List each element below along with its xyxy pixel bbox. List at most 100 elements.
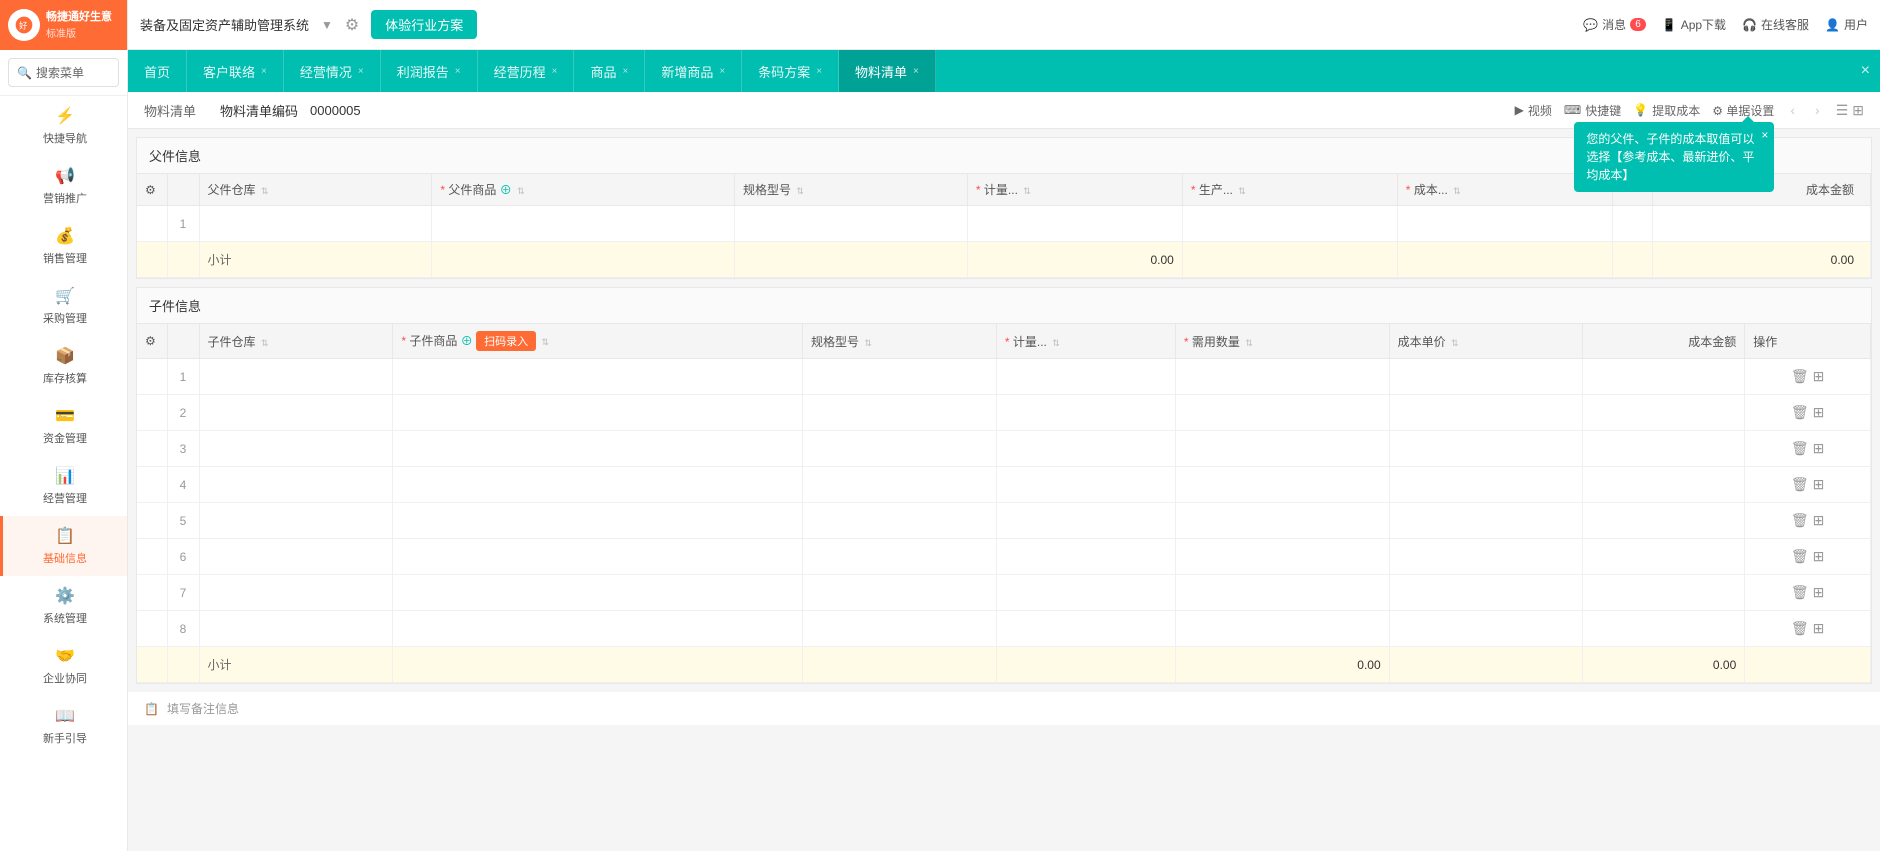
child-row-spec[interactable]	[803, 467, 997, 503]
child-row-unit[interactable]	[996, 575, 1175, 611]
next-record-button[interactable]: ›	[1811, 100, 1824, 120]
dropdown-arrow-icon[interactable]: ▼	[321, 18, 333, 32]
tab-barcode-close[interactable]: ×	[816, 66, 822, 77]
child-row-warehouse[interactable]	[199, 395, 393, 431]
child-row-unit[interactable]	[996, 395, 1175, 431]
delete-row-button[interactable]: 🗑	[1791, 368, 1809, 385]
child-row-unit-cost[interactable]	[1389, 503, 1583, 539]
parent-row-spec[interactable]	[735, 206, 968, 242]
child-row-qty[interactable]	[1175, 431, 1389, 467]
child-row-unit-cost[interactable]	[1389, 359, 1583, 395]
child-col-config[interactable]: ⚙	[137, 324, 167, 359]
child-row-warehouse[interactable]	[199, 575, 393, 611]
tab-history-close[interactable]: ×	[552, 66, 558, 77]
tab-history[interactable]: 经营历程 ×	[478, 50, 575, 92]
child-row-spec[interactable]	[803, 611, 997, 647]
notes-label[interactable]: 填写备注信息	[167, 700, 239, 717]
child-row-warehouse[interactable]	[199, 503, 393, 539]
parent-row-unit[interactable]	[967, 206, 1182, 242]
child-row-qty[interactable]	[1175, 467, 1389, 503]
parent-col-config[interactable]: ⚙	[137, 174, 167, 206]
view-video-button[interactable]: ▶ 视频	[1515, 102, 1552, 119]
sidebar-item-enterprise[interactable]: 🤝 企业协同	[0, 636, 127, 696]
tab-customer[interactable]: 客户联络 ×	[187, 50, 284, 92]
child-row-spec[interactable]	[803, 395, 997, 431]
sidebar-item-marketing[interactable]: 📢 营销推广	[0, 156, 127, 216]
add-parent-product-icon[interactable]: ⊕	[500, 183, 512, 197]
settings-icon[interactable]: ⚙	[345, 15, 359, 35]
child-row-product[interactable]	[393, 503, 803, 539]
child-row-unit[interactable]	[996, 539, 1175, 575]
app-download-button[interactable]: 📱 App下载	[1662, 16, 1726, 33]
child-row-unit-cost[interactable]	[1389, 395, 1583, 431]
tab-goods-close[interactable]: ×	[622, 66, 628, 77]
tab-customer-close[interactable]: ×	[261, 66, 267, 77]
breadcrumb-bom-list[interactable]: 物料清单	[144, 101, 196, 120]
child-row-unit[interactable]	[996, 431, 1175, 467]
child-row-unit-cost[interactable]	[1389, 611, 1583, 647]
delete-row-button[interactable]: 🗑	[1791, 512, 1809, 529]
copy-row-button[interactable]: ⊞	[1813, 440, 1825, 457]
tab-operations[interactable]: 经营情况 ×	[284, 50, 381, 92]
child-row-unit[interactable]	[996, 359, 1175, 395]
child-row-warehouse[interactable]	[199, 359, 393, 395]
child-row-product[interactable]	[393, 431, 803, 467]
child-row-qty[interactable]	[1175, 611, 1389, 647]
delete-row-button[interactable]: 🗑	[1791, 440, 1809, 457]
child-row-spec[interactable]	[803, 539, 997, 575]
sidebar-item-system[interactable]: ⚙️ 系统管理	[0, 576, 127, 636]
child-row-product[interactable]	[393, 467, 803, 503]
sidebar-item-operations[interactable]: 📊 经营管理	[0, 456, 127, 516]
child-row-spec[interactable]	[803, 575, 997, 611]
tab-add-goods[interactable]: 新增商品 ×	[645, 50, 742, 92]
child-row-qty[interactable]	[1175, 395, 1389, 431]
sidebar-item-quick-nav[interactable]: ⚡ 快捷导航	[0, 96, 127, 156]
parent-row-warehouse[interactable]	[199, 206, 432, 242]
delete-row-button[interactable]: 🗑	[1791, 584, 1809, 601]
sidebar-item-inventory[interactable]: 📦 库存核算	[0, 336, 127, 396]
delete-row-button[interactable]: 🗑	[1791, 548, 1809, 565]
child-row-unit-cost[interactable]	[1389, 539, 1583, 575]
delete-row-button[interactable]: 🗑	[1791, 620, 1809, 637]
parent-row-cost[interactable]	[1397, 206, 1612, 242]
tab-bom[interactable]: 物料清单 ×	[839, 50, 936, 92]
child-row-warehouse[interactable]	[199, 431, 393, 467]
copy-row-button[interactable]: ⊞	[1813, 512, 1825, 529]
child-row-product[interactable]	[393, 359, 803, 395]
copy-row-button[interactable]: ⊞	[1813, 404, 1825, 421]
child-row-product[interactable]	[393, 575, 803, 611]
child-row-unit-cost[interactable]	[1389, 431, 1583, 467]
delete-row-button[interactable]: 🗑	[1791, 404, 1809, 421]
child-row-warehouse[interactable]	[199, 611, 393, 647]
child-row-warehouse[interactable]	[199, 467, 393, 503]
sidebar-item-guide[interactable]: 📖 新手引导	[0, 696, 127, 756]
tab-bom-close[interactable]: ×	[913, 66, 919, 77]
tab-profit-close[interactable]: ×	[455, 66, 461, 77]
child-row-qty[interactable]	[1175, 359, 1389, 395]
copy-row-button[interactable]: ⊞	[1813, 584, 1825, 601]
tab-goods[interactable]: 商品 ×	[574, 50, 645, 92]
sidebar-item-basic-info[interactable]: 📋 基础信息	[0, 516, 127, 576]
child-row-product[interactable]	[393, 395, 803, 431]
child-row-qty[interactable]	[1175, 539, 1389, 575]
child-row-qty[interactable]	[1175, 503, 1389, 539]
close-all-tabs-button[interactable]: ×	[1851, 62, 1880, 80]
child-row-spec[interactable]	[803, 359, 997, 395]
child-row-unit-cost[interactable]	[1389, 575, 1583, 611]
parent-row-product[interactable]	[432, 206, 735, 242]
tooltip-close-button[interactable]: ×	[1761, 126, 1768, 144]
child-row-unit[interactable]	[996, 467, 1175, 503]
copy-row-button[interactable]: ⊞	[1813, 620, 1825, 637]
parent-row-production[interactable]	[1182, 206, 1397, 242]
message-button[interactable]: 💬 消息 6	[1583, 16, 1646, 33]
child-row-unit[interactable]	[996, 611, 1175, 647]
child-row-spec[interactable]	[803, 431, 997, 467]
child-row-unit-cost[interactable]	[1389, 467, 1583, 503]
tab-barcode[interactable]: 条码方案 ×	[742, 50, 839, 92]
scan-input-button[interactable]: 扫码录入	[476, 331, 536, 351]
copy-row-button[interactable]: ⊞	[1813, 368, 1825, 385]
tab-home[interactable]: 首页	[128, 50, 187, 92]
tab-profit[interactable]: 利润报告 ×	[381, 50, 478, 92]
prev-record-button[interactable]: ‹	[1786, 100, 1799, 120]
grid-view-icon[interactable]: ⊞	[1852, 102, 1864, 119]
